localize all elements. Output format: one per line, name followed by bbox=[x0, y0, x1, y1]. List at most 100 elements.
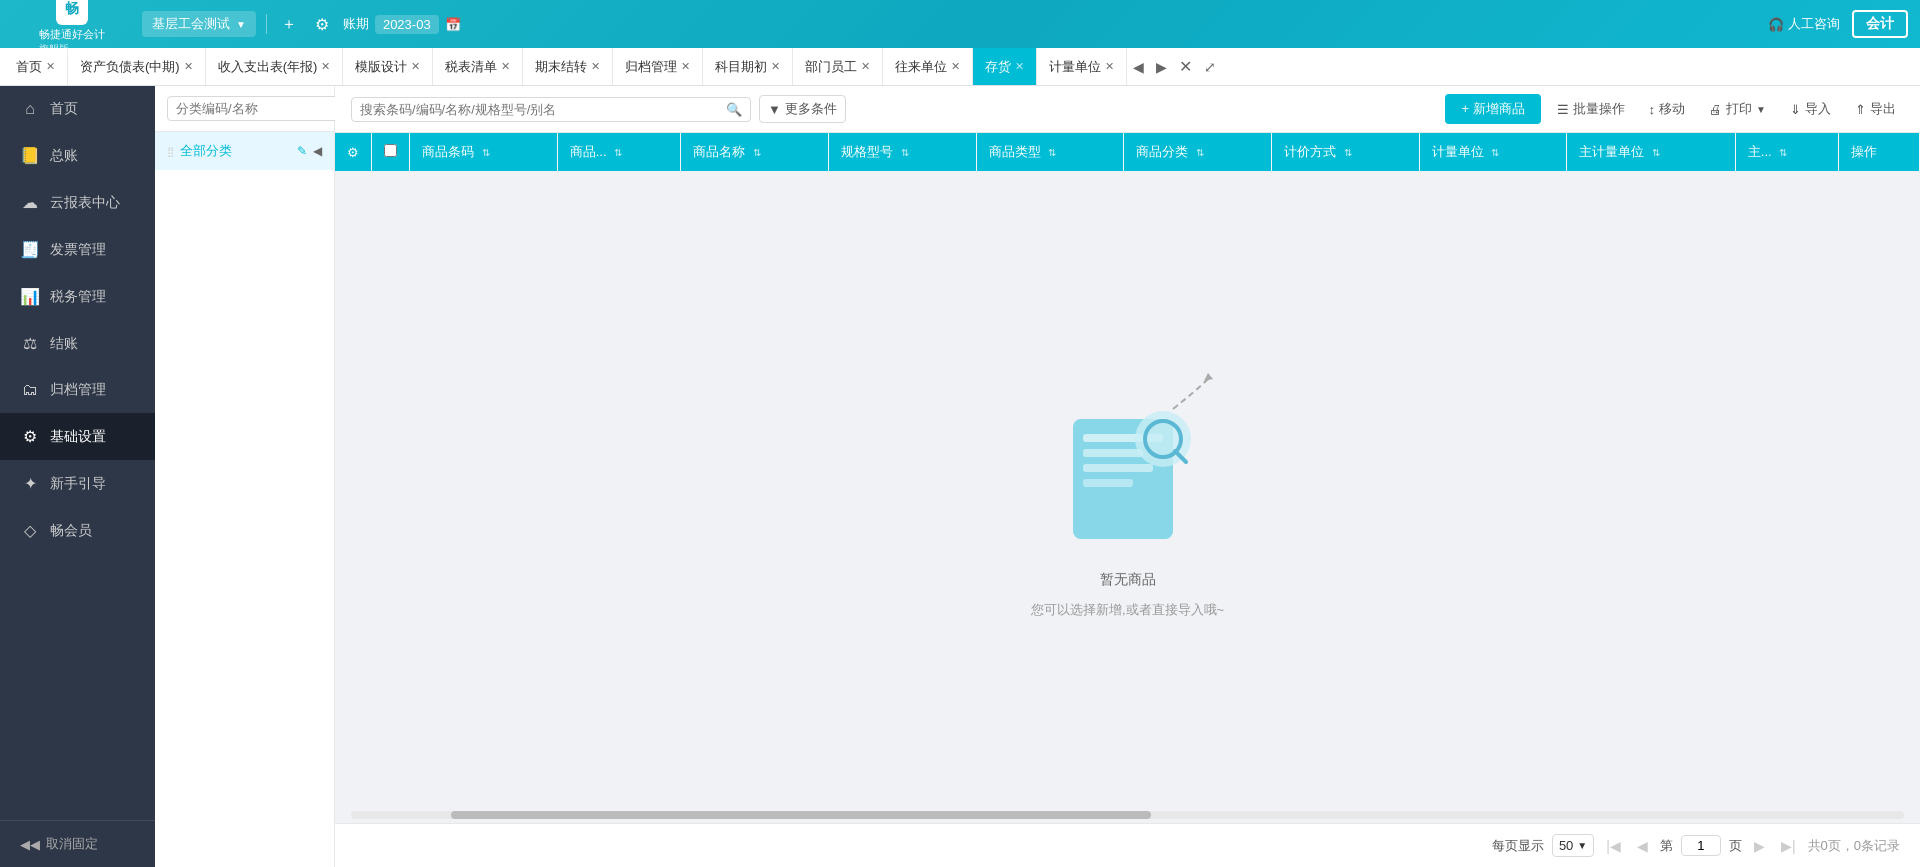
tab-income[interactable]: 收入支出表(年报) ✕ bbox=[206, 48, 344, 86]
page-first-button[interactable]: |◀ bbox=[1602, 836, 1625, 856]
sidebar-pin-button[interactable]: ◀◀ 取消固定 bbox=[0, 820, 155, 867]
tab-close-contact[interactable]: ✕ bbox=[951, 60, 960, 73]
svg-rect-3 bbox=[1083, 464, 1153, 472]
tab-expand-button[interactable]: ⤢ bbox=[1198, 55, 1222, 79]
empty-subtitle: 您可以选择新增,或者直接导入哦~ bbox=[1031, 601, 1224, 619]
tab-close-unit[interactable]: ✕ bbox=[1105, 60, 1114, 73]
sidebar-item-guide[interactable]: ✦ 新手引导 bbox=[0, 460, 155, 507]
empty-illustration bbox=[1018, 359, 1238, 549]
help-button[interactable]: 🎧 人工咨询 bbox=[1768, 15, 1840, 33]
th-unit: 计量单位 ⇅ bbox=[1419, 133, 1567, 171]
table-search-icon[interactable]: 🔍 bbox=[726, 102, 742, 117]
sort-pricing[interactable]: ⇅ bbox=[1344, 147, 1352, 158]
filter-button[interactable]: ▼ 更多条件 bbox=[759, 95, 846, 123]
sidebar-item-home[interactable]: ⌂ 首页 bbox=[0, 86, 155, 132]
filter-icon: ▼ bbox=[768, 102, 781, 117]
sidebar-item-tax[interactable]: 📊 税务管理 bbox=[0, 273, 155, 320]
page-size-select[interactable]: 50 ▼ bbox=[1552, 834, 1594, 857]
sort-extra[interactable]: ⇅ bbox=[1779, 147, 1787, 158]
tab-balance[interactable]: 资产负债表(中期) ✕ bbox=[68, 48, 206, 86]
settings-icon[interactable]: ⚙ bbox=[311, 11, 333, 38]
move-button[interactable]: ↕ 移动 bbox=[1641, 96, 1694, 122]
account-button[interactable]: 会计 bbox=[1852, 10, 1908, 38]
sidebar-item-settle[interactable]: ⚖ 结账 bbox=[0, 320, 155, 367]
th-spec: 规格型号 ⇅ bbox=[828, 133, 976, 171]
tab-next-button[interactable]: ▶ bbox=[1150, 55, 1173, 79]
tab-close-inventory[interactable]: ✕ bbox=[1015, 60, 1024, 73]
tab-close-balance[interactable]: ✕ bbox=[184, 60, 193, 73]
tab-close-all-button[interactable]: ✕ bbox=[1173, 53, 1198, 80]
period-value[interactable]: 2023-03 bbox=[375, 15, 439, 34]
page-prev-button[interactable]: ◀ bbox=[1633, 836, 1652, 856]
print-button[interactable]: 🖨 打印 ▼ bbox=[1701, 96, 1774, 122]
calendar-icon[interactable]: 📅 bbox=[445, 17, 461, 32]
table-header-row: ⚙ 商品条码 ⇅ 商品... ⇅ bbox=[335, 133, 1920, 171]
sidebar-item-member[interactable]: ◇ 畅会员 bbox=[0, 507, 155, 554]
table-container: ⚙ 商品条码 ⇅ 商品... ⇅ bbox=[335, 133, 1920, 823]
sidebar-item-invoice[interactable]: 🧾 发票管理 bbox=[0, 226, 155, 273]
select-all-checkbox[interactable] bbox=[384, 144, 397, 157]
th-checkbox[interactable] bbox=[372, 133, 410, 171]
empty-title: 暂无商品 bbox=[1100, 571, 1156, 589]
tab-close-dept[interactable]: ✕ bbox=[861, 60, 870, 73]
horizontal-scrollbar[interactable] bbox=[351, 811, 1904, 819]
tabs-bar: 首页 ✕ 资产负债表(中期) ✕ 收入支出表(年报) ✕ 模版设计 ✕ 税表清单… bbox=[0, 48, 1920, 86]
tab-close-tax[interactable]: ✕ bbox=[501, 60, 510, 73]
tab-close-income[interactable]: ✕ bbox=[321, 60, 330, 73]
page-input[interactable] bbox=[1681, 835, 1721, 856]
tab-archive[interactable]: 归档管理 ✕ bbox=[613, 48, 703, 86]
th-barcode: 商品条码 ⇅ bbox=[410, 133, 558, 171]
tab-template[interactable]: 模版设计 ✕ bbox=[343, 48, 433, 86]
sort-type[interactable]: ⇅ bbox=[1048, 147, 1056, 158]
main-layout: ⌂ 首页 📒 总账 ☁ 云报表中心 🧾 发票管理 📊 税务管理 ⚖ 结账 🗂 归… bbox=[0, 86, 1920, 867]
tab-close-period-end[interactable]: ✕ bbox=[591, 60, 600, 73]
tab-close-archive[interactable]: ✕ bbox=[681, 60, 690, 73]
sort-spec[interactable]: ⇅ bbox=[901, 147, 909, 158]
add-product-button[interactable]: + 新增商品 bbox=[1445, 94, 1540, 124]
sidebar-item-ledger[interactable]: 📒 总账 bbox=[0, 132, 155, 179]
collapse-panel-icon[interactable]: ◀ bbox=[313, 144, 322, 158]
sidebar-item-archive[interactable]: 🗂 归档管理 bbox=[0, 367, 155, 413]
total-info: 共0页，0条记录 bbox=[1808, 837, 1900, 855]
tab-prev-button[interactable]: ◀ bbox=[1127, 55, 1150, 79]
sort-barcode[interactable]: ⇅ bbox=[482, 147, 490, 158]
th-settings[interactable]: ⚙ bbox=[335, 133, 372, 171]
page-last-button[interactable]: ▶| bbox=[1777, 836, 1800, 856]
pagination-bar: 每页显示 50 ▼ |◀ ◀ 第 页 ▶ ▶| 共0页，0条记录 bbox=[335, 823, 1920, 867]
tab-close-subject[interactable]: ✕ bbox=[771, 60, 780, 73]
batch-button[interactable]: ☰ 批量操作 bbox=[1549, 96, 1633, 122]
page-next-button[interactable]: ▶ bbox=[1750, 836, 1769, 856]
tab-period-end[interactable]: 期末结转 ✕ bbox=[523, 48, 613, 86]
import-button[interactable]: ⇓ 导入 bbox=[1782, 96, 1839, 122]
category-search-input[interactable] bbox=[176, 101, 336, 116]
edit-category-icon[interactable]: ✎ bbox=[297, 144, 307, 158]
tab-contact[interactable]: 往来单位 ✕ bbox=[883, 48, 973, 86]
sort-category[interactable]: ⇅ bbox=[1196, 147, 1204, 158]
tab-inventory[interactable]: 存货 ✕ bbox=[973, 48, 1037, 86]
sort-code[interactable]: ⇅ bbox=[614, 147, 622, 158]
export-button[interactable]: ⇑ 导出 bbox=[1847, 96, 1904, 122]
tab-dept[interactable]: 部门员工 ✕ bbox=[793, 48, 883, 86]
sidebar-item-basic[interactable]: ⚙ 基础设置 bbox=[0, 413, 155, 460]
sort-name[interactable]: ⇅ bbox=[753, 147, 761, 158]
tab-subject[interactable]: 科目期初 ✕ bbox=[703, 48, 793, 86]
tab-tax[interactable]: 税表清单 ✕ bbox=[433, 48, 523, 86]
batch-icon: ☰ bbox=[1557, 102, 1569, 117]
th-category: 商品分类 ⇅ bbox=[1124, 133, 1272, 171]
company-tab[interactable]: 基层工会测试 ▼ bbox=[142, 11, 256, 37]
sort-unit[interactable]: ⇅ bbox=[1491, 147, 1499, 158]
logo-icon: 畅 bbox=[56, 0, 88, 25]
print-icon: 🖨 bbox=[1709, 102, 1722, 117]
sidebar: ⌂ 首页 📒 总账 ☁ 云报表中心 🧾 发票管理 📊 税务管理 ⚖ 结账 🗂 归… bbox=[0, 86, 155, 867]
sidebar-item-reports[interactable]: ☁ 云报表中心 bbox=[0, 179, 155, 226]
sort-main-unit[interactable]: ⇅ bbox=[1652, 147, 1660, 158]
page-size-dropdown-icon: ▼ bbox=[1577, 840, 1587, 851]
table-search-input[interactable] bbox=[360, 102, 726, 117]
cloud-icon: ☁ bbox=[20, 193, 40, 212]
tab-unit[interactable]: 计量单位 ✕ bbox=[1037, 48, 1127, 86]
scrollbar-thumb[interactable] bbox=[451, 811, 1151, 819]
category-all[interactable]: ⣿ 全部分类 ✎ ◀ bbox=[155, 132, 334, 170]
add-tab-button[interactable]: ＋ bbox=[277, 10, 301, 39]
tab-close-template[interactable]: ✕ bbox=[411, 60, 420, 73]
tab-close-home[interactable]: ✕ bbox=[46, 60, 55, 73]
